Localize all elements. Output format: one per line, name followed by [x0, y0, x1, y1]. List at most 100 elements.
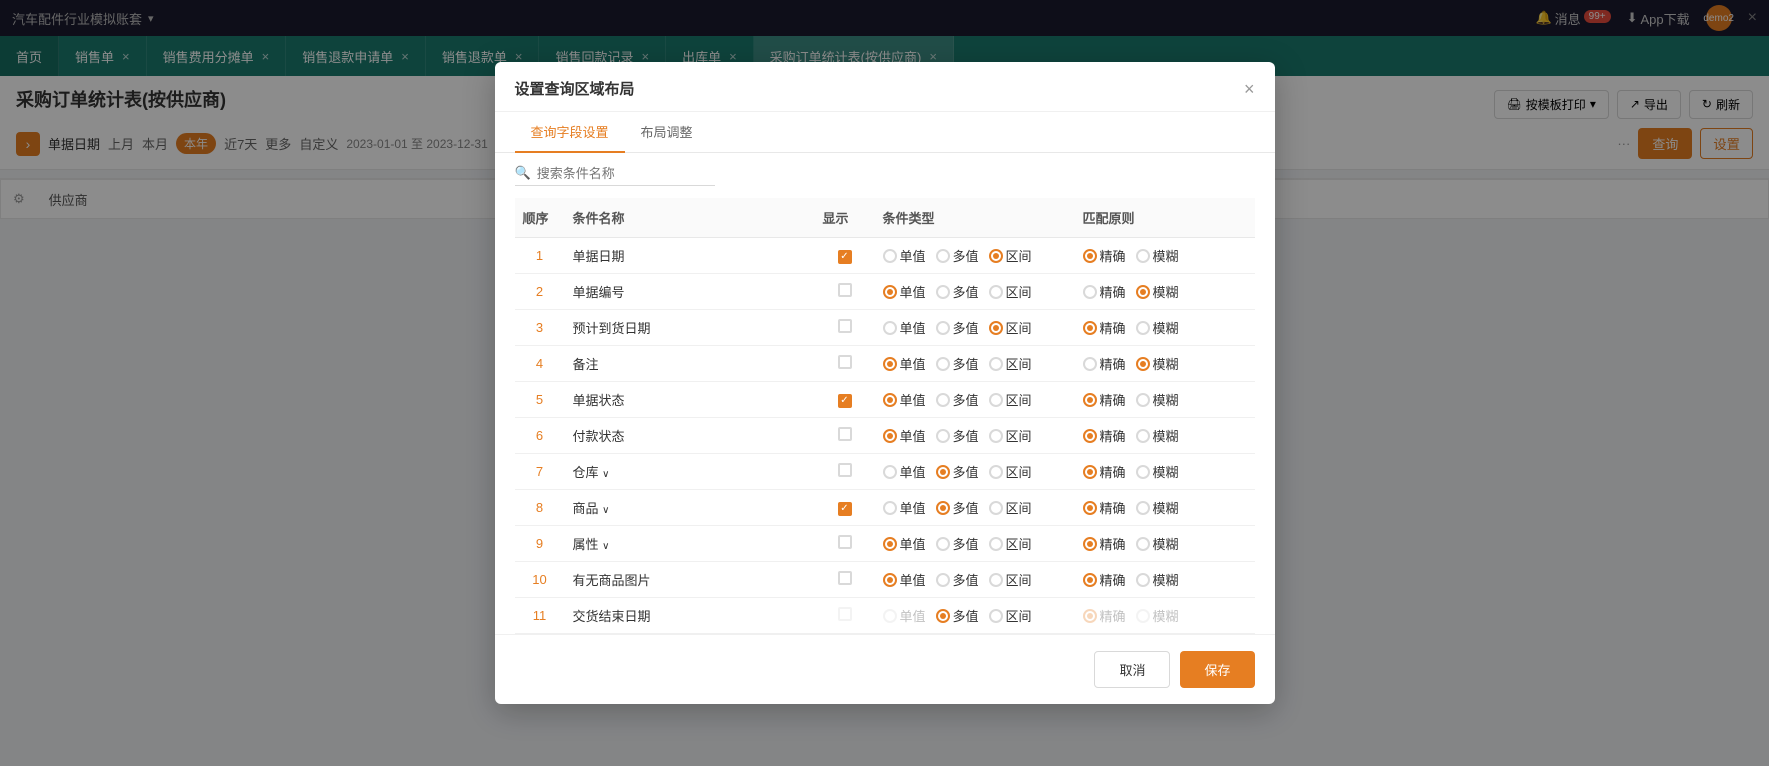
radio-circle[interactable] — [936, 609, 950, 623]
row-name: 备注 — [565, 346, 815, 382]
radio-circle[interactable] — [936, 429, 950, 443]
th-order: 顺序 — [515, 198, 565, 238]
radio-circle[interactable] — [1083, 357, 1097, 371]
show-checkbox[interactable] — [838, 283, 852, 297]
show-checkbox[interactable] — [838, 571, 852, 585]
radio-circle[interactable] — [936, 501, 950, 515]
row-show[interactable] — [815, 274, 875, 310]
row-show[interactable] — [815, 346, 875, 382]
search-input-wrap: 🔍 — [515, 165, 715, 186]
radio-circle[interactable] — [989, 249, 1003, 263]
radio-circle[interactable] — [989, 609, 1003, 623]
radio-circle[interactable] — [1083, 321, 1097, 335]
table-row: 5单据状态单值多值区间精确模糊 — [515, 382, 1255, 418]
radio-circle[interactable] — [989, 393, 1003, 407]
radio-circle[interactable] — [1136, 393, 1150, 407]
radio-circle[interactable] — [1083, 249, 1097, 263]
dialog-close-btn[interactable]: × — [1244, 80, 1255, 98]
row-show[interactable] — [815, 454, 875, 490]
radio-circle[interactable] — [883, 249, 897, 263]
table-row: 11交货结束日期单值多值区间精确模糊 — [515, 598, 1255, 634]
show-checkbox[interactable] — [838, 319, 852, 333]
radio-circle[interactable] — [1136, 249, 1150, 263]
radio-circle[interactable] — [883, 393, 897, 407]
tab-query-fields[interactable]: 查询字段设置 — [515, 112, 625, 153]
dialog-footer: 取消 保存 — [495, 634, 1275, 704]
radio-circle[interactable] — [936, 537, 950, 551]
row-name: 仓库 ∨ — [565, 454, 815, 490]
row-show[interactable] — [815, 490, 875, 526]
row-rule: 精确模糊 — [1075, 526, 1255, 562]
row-name: 有无商品图片 — [565, 562, 815, 598]
show-checkbox[interactable] — [838, 427, 852, 441]
row-type: 单值多值区间 — [875, 346, 1075, 382]
row-name: 单据编号 — [565, 274, 815, 310]
radio-circle[interactable] — [989, 321, 1003, 335]
radio-circle[interactable] — [936, 573, 950, 587]
save-button[interactable]: 保存 — [1180, 651, 1254, 688]
radio-circle[interactable] — [1083, 573, 1097, 587]
row-show[interactable] — [815, 310, 875, 346]
radio-circle[interactable] — [1136, 537, 1150, 551]
radio-circle[interactable] — [989, 285, 1003, 299]
row-show[interactable] — [815, 418, 875, 454]
radio-circle[interactable] — [1136, 321, 1150, 335]
radio-circle[interactable] — [936, 249, 950, 263]
table-row: 8商品 ∨单值多值区间精确模糊 — [515, 490, 1255, 526]
show-checkbox[interactable] — [838, 250, 852, 264]
row-rule: 精确模糊 — [1075, 238, 1255, 274]
radio-circle[interactable] — [1083, 465, 1097, 479]
radio-circle[interactable] — [883, 501, 897, 515]
radio-circle[interactable] — [936, 393, 950, 407]
cancel-button[interactable]: 取消 — [1094, 651, 1170, 688]
radio-circle[interactable] — [989, 357, 1003, 371]
row-type: 单值多值区间 — [875, 598, 1075, 634]
radio-circle[interactable] — [1136, 609, 1150, 623]
row-order: 10 — [515, 562, 565, 598]
radio-circle[interactable] — [1083, 393, 1097, 407]
radio-circle[interactable] — [989, 501, 1003, 515]
radio-circle[interactable] — [883, 465, 897, 479]
radio-circle[interactable] — [1083, 285, 1097, 299]
radio-circle[interactable] — [883, 429, 897, 443]
radio-circle[interactable] — [883, 285, 897, 299]
show-checkbox[interactable] — [838, 463, 852, 477]
show-checkbox[interactable] — [838, 502, 852, 516]
radio-circle[interactable] — [1083, 501, 1097, 515]
radio-circle[interactable] — [1083, 537, 1097, 551]
radio-circle[interactable] — [989, 537, 1003, 551]
radio-circle[interactable] — [936, 357, 950, 371]
radio-circle[interactable] — [989, 465, 1003, 479]
row-name: 商品 ∨ — [565, 490, 815, 526]
radio-circle[interactable] — [936, 321, 950, 335]
radio-circle[interactable] — [1083, 429, 1097, 443]
row-show[interactable] — [815, 562, 875, 598]
show-checkbox[interactable] — [838, 394, 852, 408]
show-checkbox[interactable] — [838, 535, 852, 549]
radio-circle[interactable] — [1136, 429, 1150, 443]
radio-circle[interactable] — [936, 285, 950, 299]
row-show[interactable] — [815, 526, 875, 562]
radio-circle[interactable] — [883, 357, 897, 371]
radio-circle[interactable] — [1136, 357, 1150, 371]
radio-circle[interactable] — [1136, 501, 1150, 515]
row-show[interactable] — [815, 238, 875, 274]
radio-circle[interactable] — [883, 321, 897, 335]
search-input[interactable] — [537, 166, 697, 181]
radio-circle[interactable] — [936, 465, 950, 479]
row-show[interactable] — [815, 382, 875, 418]
radio-circle[interactable] — [883, 573, 897, 587]
radio-circle[interactable] — [1136, 573, 1150, 587]
radio-circle[interactable] — [883, 537, 897, 551]
radio-circle[interactable] — [883, 609, 897, 623]
radio-circle[interactable] — [989, 429, 1003, 443]
radio-circle[interactable] — [1136, 465, 1150, 479]
radio-circle[interactable] — [1083, 609, 1097, 623]
row-show[interactable] — [815, 598, 875, 634]
show-checkbox[interactable] — [838, 355, 852, 369]
radio-circle[interactable] — [989, 573, 1003, 587]
radio-circle[interactable] — [1136, 285, 1150, 299]
row-name: 单据日期 — [565, 238, 815, 274]
show-checkbox[interactable] — [838, 607, 852, 621]
tab-layout-adjust[interactable]: 布局调整 — [625, 112, 709, 153]
